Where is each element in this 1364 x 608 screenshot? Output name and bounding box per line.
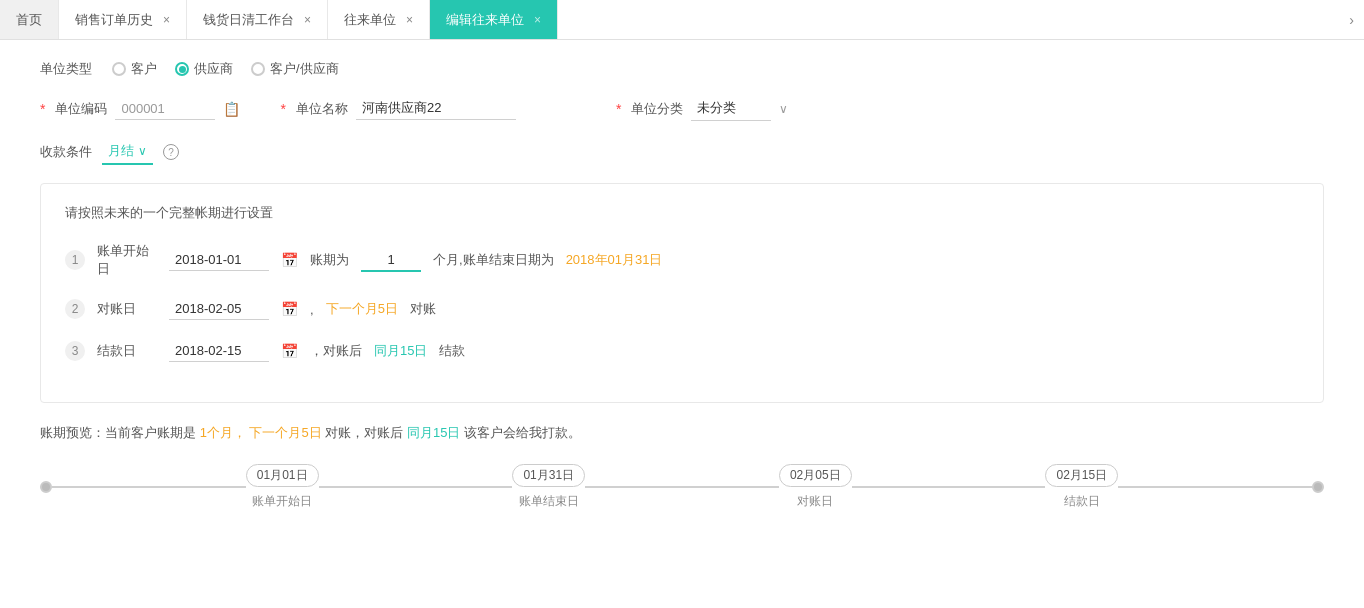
end-date-display: 2018年01月31日 [566,251,663,269]
timeline-node-1: 01月01日 账单开始日 [246,464,319,510]
category-label: 单位分类 [631,100,683,118]
period-row-label-1: 账单开始日 [97,242,157,278]
name-input[interactable] [356,98,516,120]
reconcile-date-calendar[interactable]: 📅 [281,301,298,317]
period-hint-2a: , [310,302,314,317]
timeline-node-3: 02月05日 对账日 [779,464,852,510]
payment-label: 收款条件 [40,143,92,161]
period-hint-2b: 对账 [410,300,436,318]
period-row-num-1: 1 [65,250,85,270]
period-hint-1b: 个月,账单结束日期为 [433,251,554,269]
preview-part3: 同月15日 [407,425,460,440]
tab-sales-order-history[interactable]: 销售订单历史 × [59,0,187,39]
node-badge-3: 02月05日 [779,464,852,487]
tab-bar: 首页 销售订单历史 × 钱货日清工作台 × 往来单位 × 编辑往来单位 × › [0,0,1364,40]
tab-edit-partner[interactable]: 编辑往来单位 × [430,0,558,39]
code-input[interactable] [115,98,215,120]
node-label-3: 对账日 [797,493,833,510]
code-group: * 单位编码 📋 [40,98,240,120]
payment-date-input[interactable] [169,340,269,362]
radio-circle-both [251,62,265,76]
period-hint-3b: 结款 [439,342,465,360]
preview-mid: 对账，对账后 [325,425,403,440]
start-date-input[interactable] [169,249,269,271]
category-chevron[interactable]: ∨ [779,102,788,116]
period-hint-1a: 账期为 [310,251,349,269]
tab-close-sales[interactable]: × [163,13,170,27]
period-title: 请按照未来的一个完整帐期进行设置 [65,204,1299,222]
period-row-label-3: 结款日 [97,342,157,360]
radio-customer[interactable]: 客户 [112,60,157,78]
month-input[interactable] [361,249,421,272]
calendar-icon[interactable]: 📋 [223,101,240,117]
tab-overflow-arrow[interactable]: › [1339,0,1364,39]
timeline-end-dot [1312,481,1324,493]
period-row-num-2: 2 [65,299,85,319]
tab-close-edit-partner[interactable]: × [534,13,541,27]
timeline-line-4 [852,486,1046,488]
category-group: * 单位分类 未分类 ∨ [616,96,788,121]
node-badge-4: 02月15日 [1045,464,1118,487]
payment-date-calendar[interactable]: 📅 [281,343,298,359]
name-label: 单位名称 [296,100,348,118]
node-label-4: 结款日 [1064,493,1100,510]
timeline-line-2 [319,486,513,488]
preview-part2: 下一个月5日 [249,425,321,440]
reconcile-date-input[interactable] [169,298,269,320]
period-row-label-2: 对账日 [97,300,157,318]
code-label: 单位编码 [55,100,107,118]
payment-value: 月结 [108,142,134,160]
unit-type-row: 单位类型 客户 供应商 客户/供应商 [40,60,1324,78]
payment-select[interactable]: 月结 ∨ [102,139,153,165]
tab-close-cash[interactable]: × [304,13,311,27]
radio-supplier[interactable]: 供应商 [175,60,233,78]
tab-cash-ledger[interactable]: 钱货日清工作台 × [187,0,328,39]
timeline-node-4: 02月15日 结款日 [1045,464,1118,510]
payment-chevron[interactable]: ∨ [138,144,147,158]
name-group: * 单位名称 [280,98,515,120]
period-box: 请按照未来的一个完整帐期进行设置 1 账单开始日 📅 账期为 个月,账单结束日期… [40,183,1324,403]
timeline: 01月01日 账单开始日 01月31日 账单结束日 02月05日 对账日 02月… [40,464,1324,510]
radio-circle-customer [112,62,126,76]
category-value: 未分类 [691,96,771,121]
tab-partner-units[interactable]: 往来单位 × [328,0,430,39]
timeline-node-2: 01月31日 账单结束日 [512,464,585,510]
timeline-line-3 [585,486,779,488]
unit-type-label: 单位类型 [40,60,92,78]
node-label-2: 账单结束日 [519,493,579,510]
unit-info-row: * 单位编码 📋 * 单位名称 * 单位分类 未分类 ∨ [40,96,1324,121]
node-badge-2: 01月31日 [512,464,585,487]
tab-home[interactable]: 首页 [0,0,59,39]
tab-close-partner[interactable]: × [406,13,413,27]
preview-part1: 1个月， [200,425,246,440]
reconcile-hint-orange: 下一个月5日 [326,300,398,318]
help-icon[interactable]: ? [163,144,179,160]
node-badge-1: 01月01日 [246,464,319,487]
period-row-num-3: 3 [65,341,85,361]
preview-text: 账期预览：当前客户账期是 1个月， 下一个月5日 对账，对账后 同月15日 该客… [40,423,1324,444]
start-date-calendar[interactable]: 📅 [281,252,298,268]
period-row-2: 2 对账日 📅 , 下一个月5日 对账 [65,298,1299,320]
preview-suffix: 该客户会给我打款。 [464,425,581,440]
unit-type-radio-group: 客户 供应商 客户/供应商 [112,60,339,78]
timeline-line-1 [52,486,246,488]
node-label-1: 账单开始日 [252,493,312,510]
radio-circle-supplier [175,62,189,76]
payment-hint-teal: 同月15日 [374,342,427,360]
timeline-start-dot [40,481,52,493]
payment-row: 收款条件 月结 ∨ ? [40,139,1324,165]
period-hint-3a: ，对账后 [310,342,362,360]
timeline-line-5 [1118,486,1312,488]
main-content: 单位类型 客户 供应商 客户/供应商 * 单位编码 📋 * 单位名称 [0,40,1364,608]
radio-both[interactable]: 客户/供应商 [251,60,339,78]
period-row-1: 1 账单开始日 📅 账期为 个月,账单结束日期为 2018年01月31日 [65,242,1299,278]
period-row-3: 3 结款日 📅 ，对账后 同月15日 结款 [65,340,1299,362]
